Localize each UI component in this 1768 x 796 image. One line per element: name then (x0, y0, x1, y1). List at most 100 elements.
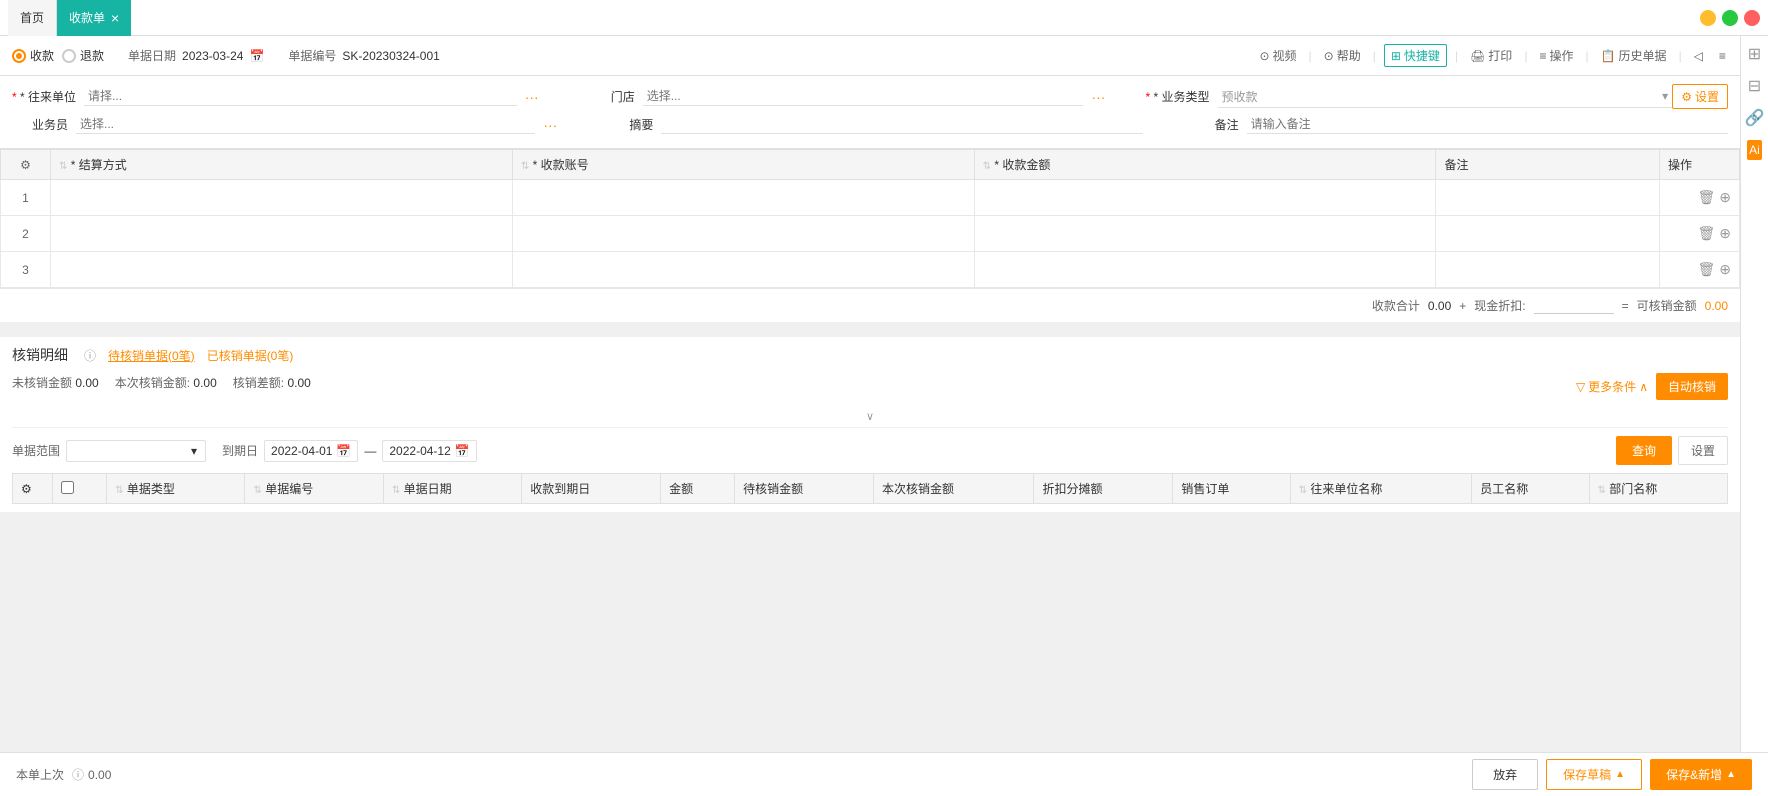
select-all-checkbox[interactable] (61, 481, 74, 494)
table-header: ⚙ ⇅ * 结算方式 ⇅ * 收款账号 ⇅ * 收款金额 (1, 150, 1740, 180)
biz-type-select[interactable]: 预收款 ▾ (1218, 86, 1673, 108)
summary-input[interactable] (661, 115, 1142, 134)
col-checkbox[interactable] (53, 474, 107, 504)
col-discount: 折扣分摊额 (1034, 474, 1173, 504)
doc-num-value: SK-20230324-001 (342, 49, 439, 63)
col-amount-label: 金额 (669, 482, 693, 496)
verifiable-label: 可核销金额 (1637, 297, 1697, 314)
notes-1[interactable] (1436, 180, 1660, 216)
collect-account-3[interactable] (512, 252, 974, 288)
col-doc-type: ⇅ 单据类型 (107, 474, 245, 504)
settle-method-2[interactable] (51, 216, 513, 252)
setting-button-2[interactable]: 设置 (1678, 436, 1728, 465)
top-nav: 首页 收款单 × (0, 0, 1768, 36)
more-conditions-btn[interactable]: ▽ 更多条件 ∧ (1576, 378, 1648, 395)
checkbox-header[interactable]: ⚙ (13, 474, 53, 504)
nav-home[interactable]: 首页 (8, 0, 57, 36)
settle-method-3[interactable] (51, 252, 513, 288)
history-btn[interactable]: 📋 历史单据 (1597, 45, 1671, 66)
receipt-table: ⚙ ⇅ * 结算方式 ⇅ * 收款账号 ⇅ * 收款金额 (0, 149, 1740, 288)
view-list-btn[interactable]: ≡ (1715, 47, 1730, 65)
verify-stats: 未核销金额 0.00 本次核销金额: 0.00 核销差额: 0.00 (12, 374, 311, 391)
query-button[interactable]: 查询 (1616, 436, 1672, 465)
cash-discount-input[interactable] (1534, 297, 1614, 314)
table-gear-icon[interactable]: ⚙ (20, 158, 31, 172)
auto-verify-button[interactable]: 自动核销 (1656, 373, 1728, 400)
completed-tab[interactable]: 已核销单据(0笔) (207, 347, 294, 364)
notes-3[interactable] (1436, 252, 1660, 288)
settle-method-header: ⇅ * 结算方式 (51, 150, 513, 180)
save-new-button[interactable]: 保存&新增 ▲ (1650, 759, 1752, 790)
unverified-value: 0.00 (75, 376, 98, 390)
collect-amount-3[interactable] (974, 252, 1436, 288)
sidebar-icon-4[interactable]: Ai (1747, 140, 1762, 160)
video-btn[interactable]: ⊙ 视频 (1255, 45, 1300, 66)
unverified-stat: 未核销金额 0.00 (12, 374, 99, 391)
info-icon[interactable]: ⓘ (84, 347, 96, 364)
col-discount-label: 折扣分摊额 (1042, 482, 1102, 496)
counterpart-input[interactable] (84, 87, 517, 106)
settings-button[interactable]: ⚙ 设置 (1672, 84, 1728, 109)
collapse-icon[interactable]: ∨ (866, 410, 874, 423)
diff-value: 0.00 (287, 376, 310, 390)
col-doc-date-label: 单据日期 (404, 482, 452, 496)
print-btn[interactable]: 🖨 打印 (1466, 45, 1516, 66)
collect-account-2[interactable] (512, 216, 974, 252)
range-select[interactable]: ▾ (66, 440, 206, 462)
date-to-input[interactable]: 2022-04-12 📅 (382, 440, 476, 462)
radio-refund[interactable]: 退款 (62, 47, 104, 64)
date-from-value: 2022-04-01 (271, 444, 332, 458)
copy-icon-3[interactable]: ⊕ (1719, 261, 1731, 278)
settle-method-1[interactable] (51, 180, 513, 216)
staff-more-icon[interactable]: ··· (543, 117, 557, 133)
delete-icon-3[interactable]: 🗑 (1697, 261, 1715, 278)
window-controls (1700, 10, 1760, 26)
notes-input[interactable] (1247, 115, 1728, 134)
footer-info-icon[interactable]: ⓘ (72, 766, 84, 783)
sidebar-icon-3[interactable]: 🔗 (1745, 108, 1765, 128)
notes-2[interactable] (1436, 216, 1660, 252)
abandon-button[interactable]: 放弃 (1472, 759, 1538, 790)
counterpart-more-icon[interactable]: ··· (525, 89, 539, 105)
calendar-icon[interactable]: 📅 (249, 49, 264, 63)
collect-amount-1[interactable] (974, 180, 1436, 216)
table-gear-icon-2[interactable]: ⚙ (21, 482, 32, 496)
this-order-label: 本单上次 (16, 766, 64, 783)
window-max-button[interactable] (1722, 10, 1738, 26)
sidebar-icon-1[interactable]: ⊞ (1748, 44, 1761, 64)
collect-account-1[interactable] (512, 180, 974, 216)
shop-input[interactable] (643, 87, 1084, 106)
window-close-button[interactable] (1744, 10, 1760, 26)
help-icon: ⊙ (1324, 49, 1334, 63)
settings-header[interactable]: ⚙ (1, 150, 51, 180)
verify-filter: 单据范围 ▾ 到期日 2022-04-01 📅 — 2022-04-12 � (12, 427, 1728, 473)
window-min-button[interactable] (1700, 10, 1716, 26)
collect-amount-2[interactable] (974, 216, 1436, 252)
col-pending: 待核销金额 (735, 474, 874, 504)
shop-more-icon[interactable]: ··· (1091, 89, 1105, 105)
layout-btn[interactable]: ◁ (1690, 47, 1707, 65)
col-dept-label: 部门名称 (1609, 482, 1657, 496)
radio-collect[interactable]: 收款 (12, 47, 54, 64)
copy-icon-2[interactable]: ⊕ (1719, 225, 1731, 242)
operate-btn[interactable]: ≡ 操作 (1535, 45, 1577, 66)
table-row: 1 🗑 ⊕ (1, 180, 1740, 216)
nav-tab-receipt[interactable]: 收款单 × (57, 0, 131, 36)
video-label: 视频 (1273, 47, 1297, 64)
date-from-input[interactable]: 2022-04-01 📅 (264, 440, 358, 462)
save-draft-button[interactable]: 保存草稿 ▲ (1546, 759, 1642, 790)
delete-icon-2[interactable]: 🗑 (1697, 225, 1715, 242)
help-btn[interactable]: ⊙ 帮助 (1320, 45, 1365, 66)
copy-icon-1[interactable]: ⊕ (1719, 189, 1731, 206)
radio-refund-label: 退款 (80, 47, 104, 64)
sidebar-icon-2[interactable]: ⊟ (1748, 76, 1761, 96)
tab-close-icon[interactable]: × (111, 10, 119, 26)
date-to-value: 2022-04-12 (389, 444, 450, 458)
staff-input[interactable] (76, 115, 535, 134)
current-verify-value: 0.00 (193, 376, 216, 390)
delete-icon-1[interactable]: 🗑 (1697, 189, 1715, 206)
pending-tab[interactable]: 待核销单据(0笔) (108, 347, 195, 364)
summary-row: 收款合计 0.00 + 现金折扣: = 可核销金额 0.00 (0, 288, 1740, 322)
shortcut-btn[interactable]: ⊞ 快捷键 (1384, 44, 1447, 67)
operate-icon: ≡ (1539, 49, 1546, 63)
